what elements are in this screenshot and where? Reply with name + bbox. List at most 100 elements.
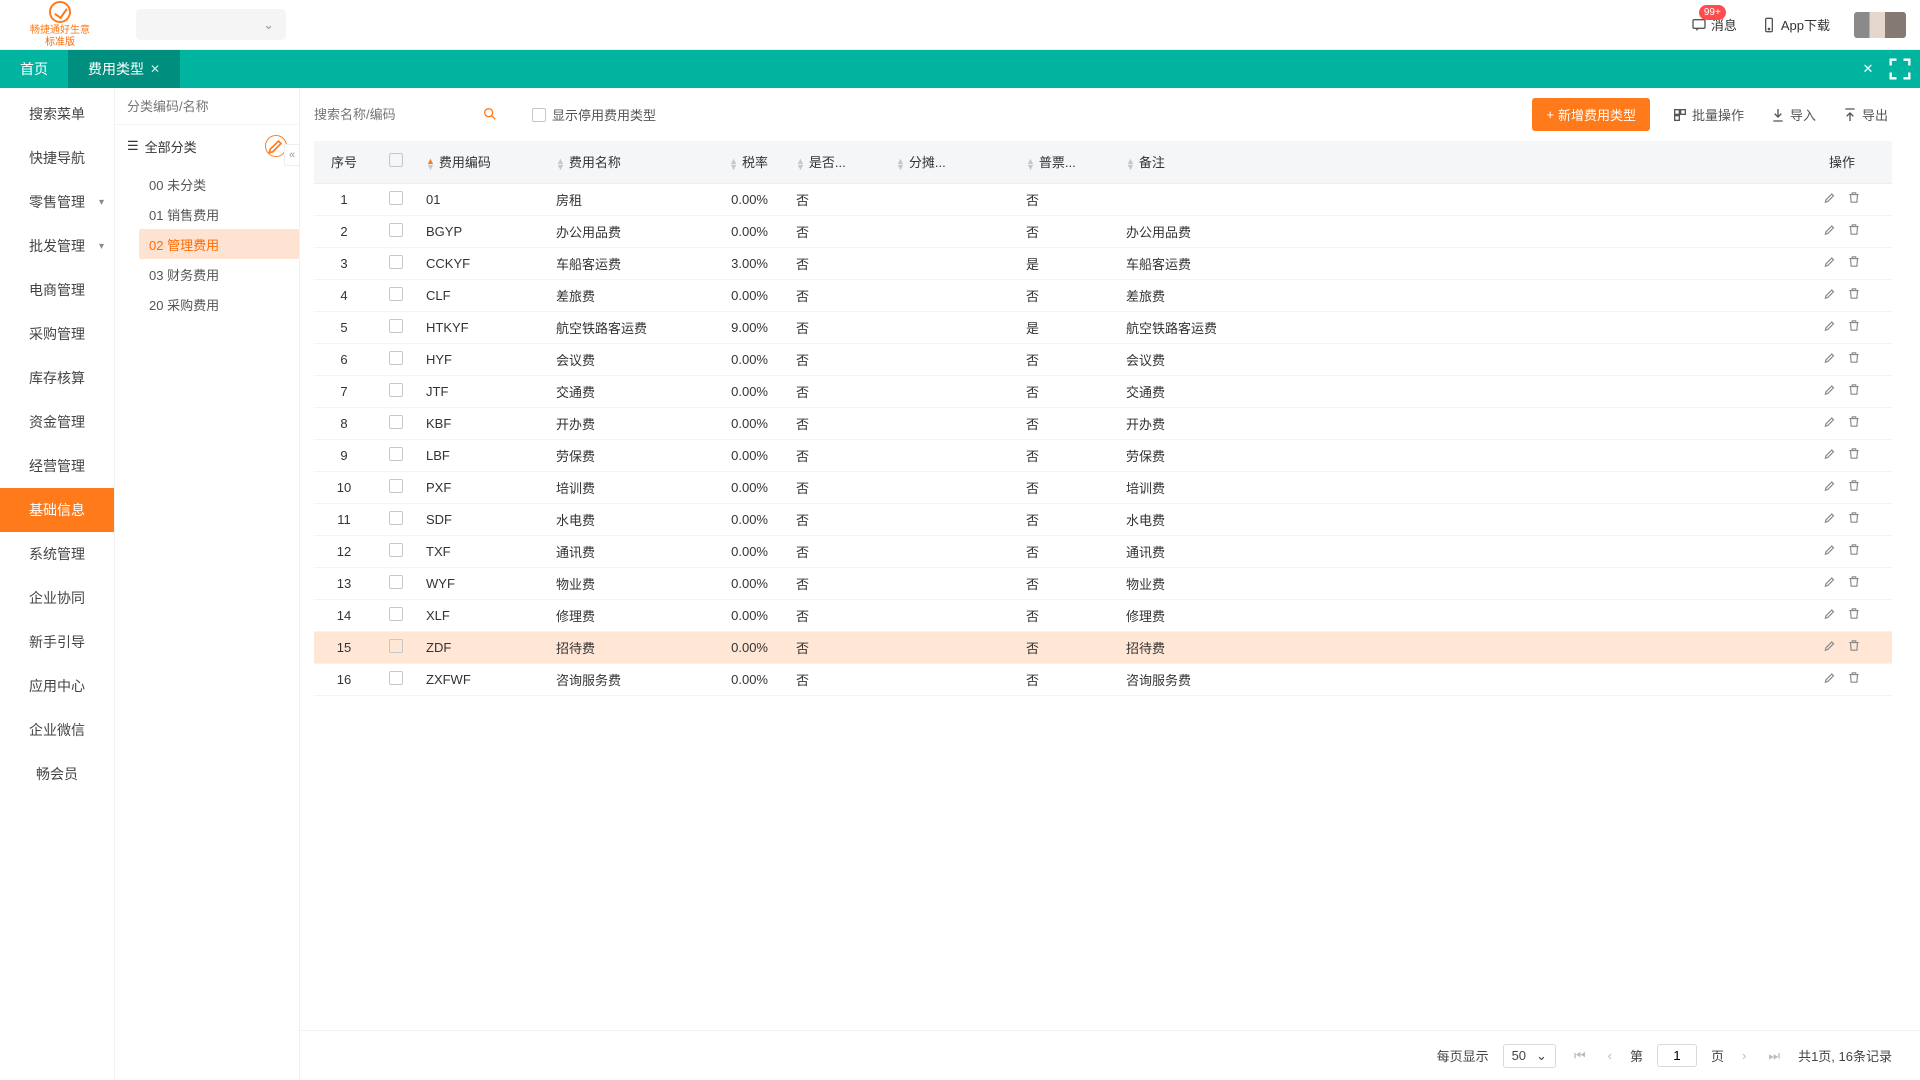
delete-icon[interactable] (1847, 669, 1861, 686)
table-row[interactable]: 5HTKYF航空铁路客运费9.00%否是航空铁路客运费 (314, 311, 1892, 343)
subnav-item[interactable]: 02 管理费用 (139, 229, 299, 259)
edit-icon[interactable] (1823, 253, 1837, 270)
search-input[interactable] (314, 107, 474, 122)
next-page-button[interactable]: › (1738, 1046, 1750, 1065)
cell-checkbox[interactable] (374, 247, 418, 279)
cell-checkbox[interactable] (374, 599, 418, 631)
delete-icon[interactable] (1847, 509, 1861, 526)
messages-button[interactable]: 99+ 消息 (1691, 15, 1737, 34)
table-row[interactable]: 9LBF劳保费0.00%否否劳保费 (314, 439, 1892, 471)
edit-icon[interactable] (1823, 477, 1837, 494)
last-page-button[interactable]: ⏭ (1764, 1046, 1784, 1066)
batch-button[interactable]: 批量操作 (1668, 99, 1748, 130)
export-button[interactable]: 导出 (1838, 99, 1892, 130)
delete-icon[interactable] (1847, 413, 1861, 430)
collapse-icon[interactable]: « (284, 144, 300, 166)
edit-icon[interactable] (1823, 349, 1837, 366)
cell-checkbox[interactable] (374, 407, 418, 439)
delete-icon[interactable] (1847, 541, 1861, 558)
edit-icon[interactable] (1823, 285, 1837, 302)
first-page-button[interactable]: ⏮ (1570, 1046, 1590, 1066)
edit-icon[interactable] (1823, 317, 1837, 334)
table-row[interactable]: 15ZDF招待费0.00%否否招待费 (314, 631, 1892, 663)
edit-icon[interactable] (1823, 669, 1837, 686)
delete-icon[interactable] (1847, 381, 1861, 398)
mainnav-item[interactable]: 库存核算 (0, 356, 114, 400)
category-search-input[interactable] (127, 99, 303, 114)
delete-icon[interactable] (1847, 285, 1861, 302)
cell-checkbox[interactable] (374, 471, 418, 503)
col-bool3[interactable]: ▲▼普票... (1018, 141, 1118, 183)
col-name[interactable]: ▲▼费用名称 (548, 141, 708, 183)
table-row[interactable]: 6HYF会议费0.00%否否会议费 (314, 343, 1892, 375)
cell-checkbox[interactable] (374, 311, 418, 343)
mainnav-item[interactable]: 电商管理 (0, 268, 114, 312)
table-row[interactable]: 12TXF通讯费0.00%否否通讯费 (314, 535, 1892, 567)
mainnav-item[interactable]: 企业协同 (0, 576, 114, 620)
cell-checkbox[interactable] (374, 663, 418, 695)
delete-icon[interactable] (1847, 573, 1861, 590)
cell-checkbox[interactable] (374, 535, 418, 567)
table-row[interactable]: 10PXF培训费0.00%否否培训费 (314, 471, 1892, 503)
delete-icon[interactable] (1847, 477, 1861, 494)
col-bool1[interactable]: ▲▼是否... (788, 141, 888, 183)
page-input[interactable] (1657, 1044, 1697, 1067)
show-disabled-checkbox[interactable]: 显示停用费用类型 (532, 105, 656, 124)
mainnav-item[interactable]: 快捷导航 (0, 136, 114, 180)
delete-icon[interactable] (1847, 253, 1861, 270)
edit-icon[interactable] (1823, 605, 1837, 622)
cell-checkbox[interactable] (374, 375, 418, 407)
col-code[interactable]: ▲▼费用编码 (418, 141, 548, 183)
delete-icon[interactable] (1847, 605, 1861, 622)
col-bool2[interactable]: ▲▼分摊... (888, 141, 1018, 183)
cell-checkbox[interactable] (374, 503, 418, 535)
table-row[interactable]: 4CLF差旅费0.00%否否差旅费 (314, 279, 1892, 311)
tab-close-button[interactable]: ✕ (1854, 55, 1882, 83)
mainnav-item[interactable]: 资金管理 (0, 400, 114, 444)
cell-checkbox[interactable] (374, 279, 418, 311)
cell-checkbox[interactable] (374, 631, 418, 663)
mainnav-item[interactable]: 应用中心 (0, 664, 114, 708)
create-button[interactable]: + 新增费用类型 (1532, 98, 1650, 131)
table-row[interactable]: 8KBF开办费0.00%否否开办费 (314, 407, 1892, 439)
subnav-item[interactable]: 00 未分类 (139, 169, 299, 199)
edit-icon[interactable] (1823, 189, 1837, 206)
avatar[interactable] (1854, 12, 1906, 38)
table-row[interactable]: 11SDF水电费0.00%否否水电费 (314, 503, 1892, 535)
table-row[interactable]: 2BGYP办公用品费0.00%否否办公用品费 (314, 215, 1892, 247)
fullscreen-icon[interactable] (1886, 55, 1914, 83)
edit-icon[interactable] (1823, 413, 1837, 430)
delete-icon[interactable] (1847, 637, 1861, 654)
table-row[interactable]: 13WYF物业费0.00%否否物业费 (314, 567, 1892, 599)
delete-icon[interactable] (1847, 221, 1861, 238)
app-download-button[interactable]: App下载 (1761, 15, 1830, 34)
table-row[interactable]: 14XLF修理费0.00%否否修理费 (314, 599, 1892, 631)
col-seq[interactable]: 序号 (314, 141, 374, 183)
edit-icon[interactable] (1823, 221, 1837, 238)
mainnav-item[interactable]: 搜索菜单 (0, 92, 114, 136)
col-rate[interactable]: ▲▼税率 (708, 141, 788, 183)
tab-home[interactable]: 首页 (0, 50, 68, 88)
edit-icon[interactable] (1823, 637, 1837, 654)
mainnav-item[interactable]: 经营管理 (0, 444, 114, 488)
delete-icon[interactable] (1847, 317, 1861, 334)
mainnav-item[interactable]: 基础信息 (0, 488, 114, 532)
cell-checkbox[interactable] (374, 343, 418, 375)
edit-icon[interactable] (1823, 381, 1837, 398)
mainnav-item[interactable]: 企业微信 (0, 708, 114, 752)
col-checkbox[interactable] (374, 141, 418, 183)
per-page-select[interactable]: 50 ⌄ (1503, 1044, 1556, 1068)
edit-icon[interactable] (1823, 541, 1837, 558)
delete-icon[interactable] (1847, 445, 1861, 462)
edit-icon[interactable] (1823, 445, 1837, 462)
subnav-item[interactable]: 20 采购费用 (139, 289, 299, 319)
table-row[interactable]: 7JTF交通费0.00%否否交通费 (314, 375, 1892, 407)
cell-checkbox[interactable] (374, 215, 418, 247)
mainnav-item[interactable]: 采购管理 (0, 312, 114, 356)
subnav-item[interactable]: 01 销售费用 (139, 199, 299, 229)
subnav-item[interactable]: 03 财务费用 (139, 259, 299, 289)
import-button[interactable]: 导入 (1766, 99, 1820, 130)
edit-icon[interactable] (1823, 573, 1837, 590)
org-selector[interactable]: ⌄ (136, 9, 286, 40)
mainnav-item[interactable]: 零售管理▾ (0, 180, 114, 224)
